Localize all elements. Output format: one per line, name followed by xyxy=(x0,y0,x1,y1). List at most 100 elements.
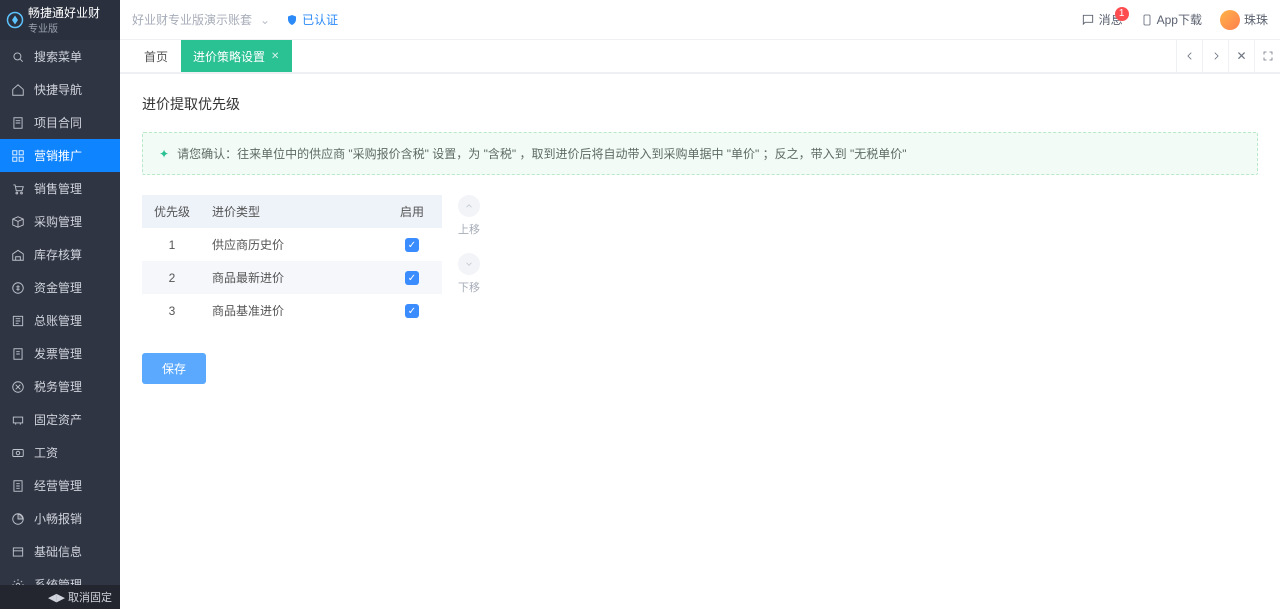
save-label: 保存 xyxy=(162,362,186,376)
cell-type: 供应商历史价 xyxy=(202,228,382,261)
sidebar-item-label: 工资 xyxy=(34,444,58,461)
sidebar-item-sys[interactable]: 系统管理 xyxy=(0,568,120,585)
checkbox-icon[interactable]: ✓ xyxy=(405,238,419,252)
sidebar-item-tax[interactable]: 税务管理 xyxy=(0,370,120,403)
table-row[interactable]: 2商品最新进价 ✓ xyxy=(142,261,442,294)
topbar: 好业财专业版演示账套 ⌄ 已认证 消息 1 xyxy=(120,0,1280,40)
report-icon xyxy=(10,511,26,527)
tab-prev-button[interactable] xyxy=(1176,40,1202,72)
tab-home[interactable]: 首页 xyxy=(132,40,181,72)
table-row[interactable]: 1供应商历史价 ✓ xyxy=(142,228,442,261)
sidebar-item-label: 快捷导航 xyxy=(34,81,82,98)
sidebar-item-label: 税务管理 xyxy=(34,378,82,395)
tab-next-button[interactable] xyxy=(1202,40,1228,72)
sidebar-item-label: 资金管理 xyxy=(34,279,82,296)
cart-icon xyxy=(10,181,26,197)
sys-icon xyxy=(10,577,26,586)
tax-icon xyxy=(10,379,26,395)
sidebar-item-label: 采购管理 xyxy=(34,213,82,230)
cell-enable: ✓ xyxy=(382,294,442,327)
checkbox-icon[interactable]: ✓ xyxy=(405,271,419,285)
move-up-label: 上移 xyxy=(458,221,480,237)
sidebar-item-label: 项目合同 xyxy=(34,114,82,131)
sidebar-item-invoice[interactable]: 发票管理 xyxy=(0,337,120,370)
sidebar-item-label: 基础信息 xyxy=(34,543,82,560)
download-label: App下载 xyxy=(1157,11,1202,28)
invoice-icon xyxy=(10,346,26,362)
phone-icon xyxy=(1141,13,1153,27)
sidebar-item-label: 搜索菜单 xyxy=(34,48,82,65)
cell-enable: ✓ xyxy=(382,261,442,294)
sidebar-item-grid[interactable]: 营销推广 xyxy=(0,139,120,172)
home-icon xyxy=(10,82,26,98)
base-icon xyxy=(10,544,26,560)
sidebar-item-manage[interactable]: 经营管理 xyxy=(0,469,120,502)
sidebar-item-search[interactable]: 搜索菜单 xyxy=(0,40,120,73)
tenant-name: 好业财专业版演示账套 xyxy=(132,11,252,28)
sidebar-item-base[interactable]: 基础信息 xyxy=(0,535,120,568)
move-down-label: 下移 xyxy=(458,279,480,295)
brand-name: 畅捷通好业财 xyxy=(28,6,100,20)
tab-close-all-button[interactable]: ✕ xyxy=(1228,40,1254,72)
priority-table: 优先级 进价类型 启用 1供应商历史价✓2商品最新进价✓3商品基准进价✓ xyxy=(142,195,442,327)
verified-badge: 已认证 xyxy=(286,11,338,28)
table-row[interactable]: 3商品基准进价✓ xyxy=(142,294,442,327)
cell-priority: 2 xyxy=(142,261,202,294)
doc-icon xyxy=(10,115,26,131)
sidebar: 畅捷通好业财 专业版 搜索菜单快捷导航项目合同营销推广销售管理采购管理库存核算资… xyxy=(0,0,120,609)
col-priority: 优先级 xyxy=(142,195,202,228)
messages-button[interactable]: 消息 1 xyxy=(1081,11,1123,28)
sidebar-item-box[interactable]: 采购管理 xyxy=(0,205,120,238)
cell-priority: 1 xyxy=(142,228,202,261)
manage-icon xyxy=(10,478,26,494)
move-up-button[interactable] xyxy=(458,195,480,217)
box-icon xyxy=(10,214,26,230)
notice-text: 请您确认：往来单位中的供应商 "采购报价含税" 设置，为 "含税" ，取到进价后… xyxy=(177,145,906,162)
chevron-down-icon: ⌄ xyxy=(260,13,270,27)
tab-active[interactable]: 进价策略设置 ✕ xyxy=(181,40,292,72)
notice-banner: ✦ 请您确认：往来单位中的供应商 "采购报价含税" 设置，为 "含税" ，取到进… xyxy=(142,132,1258,175)
search-icon xyxy=(10,49,26,65)
app-download-button[interactable]: App下载 xyxy=(1141,11,1202,28)
sidebar-item-label: 库存核算 xyxy=(34,246,82,263)
tab-active-label: 进价策略设置 xyxy=(193,48,265,65)
save-button[interactable]: 保存 xyxy=(142,353,206,384)
money-icon xyxy=(10,280,26,296)
cell-type: 商品基准进价 xyxy=(202,294,382,327)
fullscreen-button[interactable] xyxy=(1254,40,1280,72)
username: 珠珠 xyxy=(1244,11,1268,28)
checkbox-icon[interactable]: ✓ xyxy=(405,304,419,318)
brand-edition: 专业版 xyxy=(28,20,100,35)
verified-label: 已认证 xyxy=(302,11,338,28)
sidebar-item-ledger[interactable]: 总账管理 xyxy=(0,304,120,337)
brand-icon xyxy=(6,11,24,29)
sidebar-item-label: 固定资产 xyxy=(34,411,82,428)
sidebar-item-label: 经营管理 xyxy=(34,477,82,494)
sidebar-item-home[interactable]: 快捷导航 xyxy=(0,73,120,106)
tabbar: 首页 进价策略设置 ✕ ✕ xyxy=(120,40,1280,74)
move-down-button[interactable] xyxy=(458,253,480,275)
sidebar-item-label: 销售管理 xyxy=(34,180,82,197)
sidebar-pin-toggle[interactable]: ◀▶ 取消固定 xyxy=(0,585,120,609)
sidebar-item-money[interactable]: 资金管理 xyxy=(0,271,120,304)
sidebar-item-warehouse[interactable]: 库存核算 xyxy=(0,238,120,271)
salary-icon xyxy=(10,445,26,461)
tenant-selector[interactable]: 好业财专业版演示账套 ⌄ xyxy=(132,11,270,28)
sidebar-item-asset[interactable]: 固定资产 xyxy=(0,403,120,436)
sidebar-item-report[interactable]: 小畅报销 xyxy=(0,502,120,535)
cell-type: 商品最新进价 xyxy=(202,261,382,294)
sidebar-item-doc[interactable]: 项目合同 xyxy=(0,106,120,139)
sidebar-item-label: 小畅报销 xyxy=(34,510,82,527)
sidebar-item-label: 发票管理 xyxy=(34,345,82,362)
user-menu[interactable]: 珠珠 xyxy=(1220,10,1268,30)
warehouse-icon xyxy=(10,247,26,263)
sidebar-item-salary[interactable]: 工资 xyxy=(0,436,120,469)
close-icon[interactable]: ✕ xyxy=(271,51,279,62)
avatar xyxy=(1220,10,1240,30)
sidebar-item-label: 系统管理 xyxy=(34,576,82,585)
cell-enable: ✓ xyxy=(382,228,442,261)
sidebar-item-cart[interactable]: 销售管理 xyxy=(0,172,120,205)
col-type: 进价类型 xyxy=(202,195,382,228)
pin-icon: ◀▶ xyxy=(48,591,65,604)
sidebar-item-label: 总账管理 xyxy=(34,312,82,329)
